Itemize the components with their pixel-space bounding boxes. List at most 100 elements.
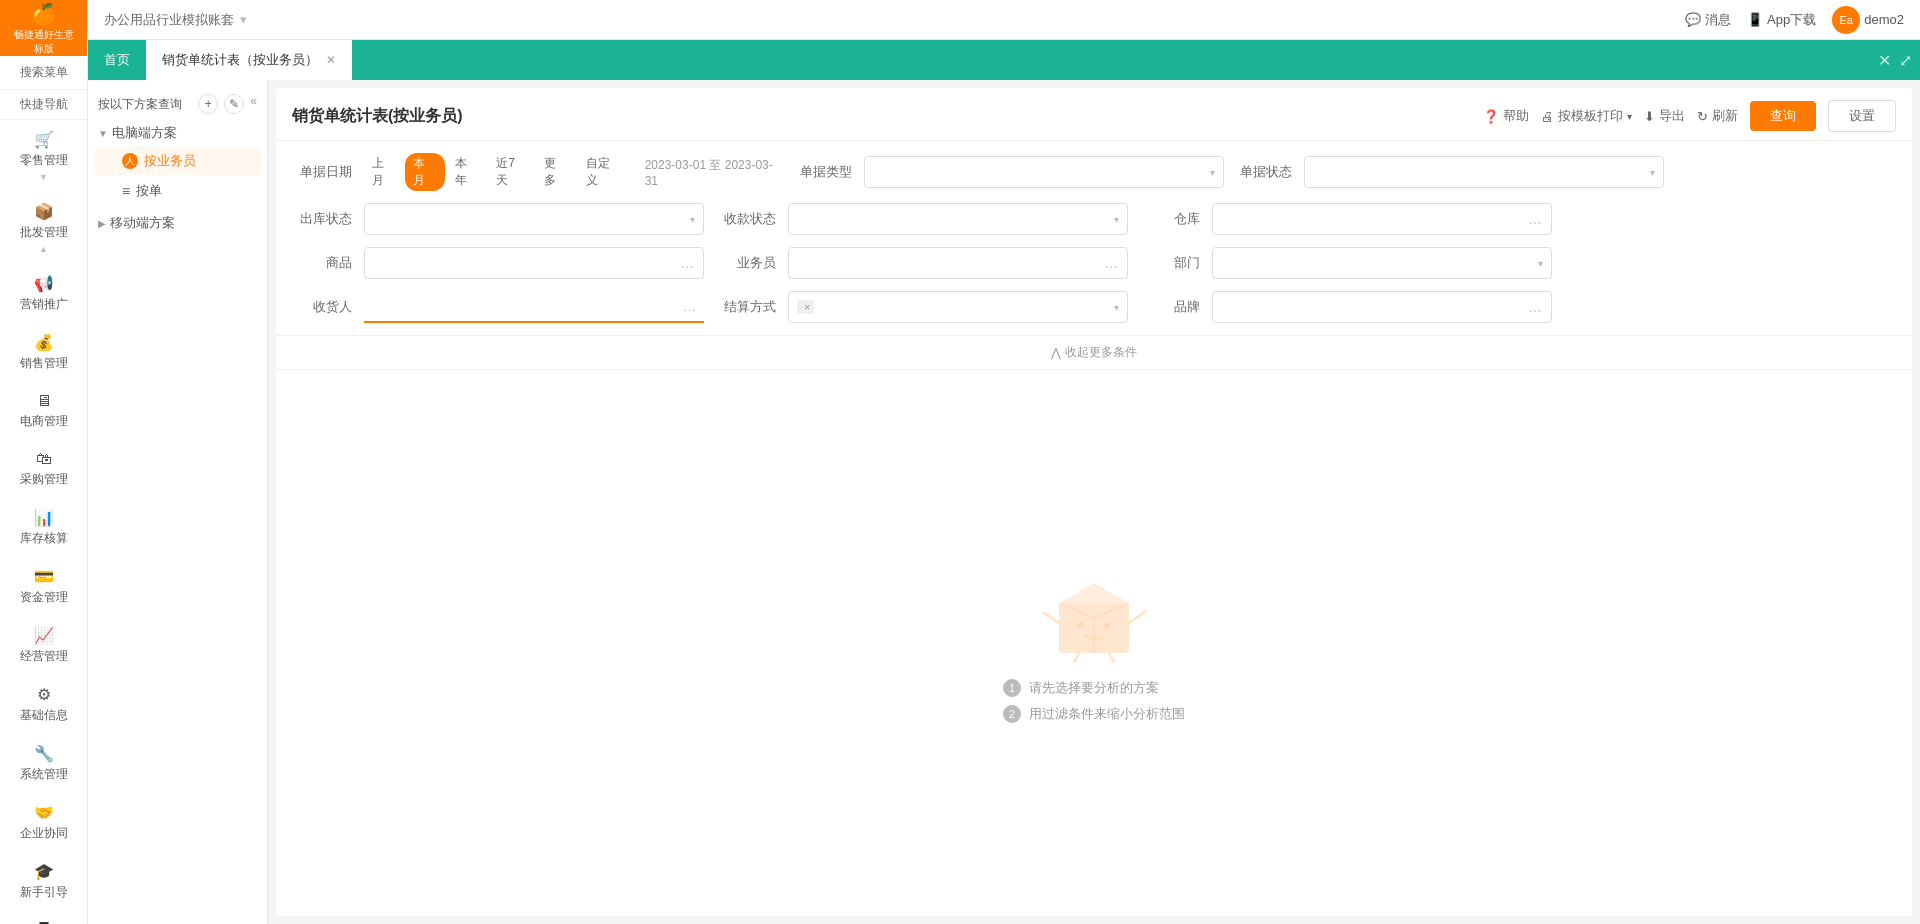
sidebar-item-marketing-label: 营销推广 (20, 296, 68, 313)
message-label: 消息 (1705, 11, 1731, 29)
doc-status-label: 单据状态 (1236, 163, 1292, 181)
tree-desktop-group[interactable]: ▼ 电脑端方案 (88, 120, 267, 146)
payment-status-select[interactable]: ▾ (788, 203, 1128, 235)
right-content: 销货单统计表(按业务员) ❓ 帮助 🖨 按模板打印 ▾ ⬇ (268, 80, 1920, 924)
edit-scheme-btn[interactable]: ✎ (224, 94, 244, 114)
print-btn[interactable]: 🖨 按模板打印 ▾ (1541, 107, 1632, 125)
print-label: 按模板打印 (1558, 107, 1623, 125)
sales-icon: 💰 (34, 333, 54, 352)
by-salesperson-label: 按业务员 (144, 152, 196, 170)
breadcrumb-dropdown-icon[interactable]: ▾ (240, 12, 247, 27)
collapse-conditions-btn[interactable]: ⋀ 收起更多条件 (1051, 344, 1137, 361)
department-select[interactable]: ▾ (1212, 247, 1552, 279)
retail-arrow: ▼ (39, 172, 48, 182)
sidebar-item-basic[interactable]: ⚙ 基础信息 (0, 675, 87, 734)
product-label: 商品 (292, 254, 352, 272)
breadcrumb-text: 办公用品行业模拟账套 (104, 11, 234, 29)
tab-close-all-btn[interactable]: ✕ (1878, 51, 1891, 70)
sidebar-item-enterprise[interactable]: 🤝 企业协同 (0, 793, 87, 852)
sidebar-item-system[interactable]: 🔧 系统管理 (0, 734, 87, 793)
department-chevron: ▾ (1538, 258, 1543, 269)
salesperson-dots: … (1104, 255, 1119, 271)
sidebar-item-purchase[interactable]: 🛍 采购管理 (0, 440, 87, 498)
topbar: 办公用品行业模拟账套 ▾ 💬 消息 📱 App下载 Ea demo2 (88, 0, 1920, 40)
user-menu[interactable]: Ea demo2 (1832, 6, 1904, 34)
date-filter-label: 单据日期 (292, 163, 352, 181)
svg-line-7 (1044, 613, 1059, 623)
receiver-dots: … (683, 299, 696, 314)
sidebar-item-marketing[interactable]: 📢 营销推广 (0, 264, 87, 323)
print-icon: 🖨 (1541, 109, 1554, 124)
tab-close-icon[interactable]: ✕ (326, 53, 336, 67)
product-select[interactable]: … (364, 247, 704, 279)
query-btn[interactable]: 查询 (1750, 101, 1816, 131)
filter-row-1: 单据日期 上月 本月 本年 近7天 更多 自定义 2023-03-01 至 20… (292, 153, 1896, 191)
payment-status-label: 收款状态 (716, 210, 776, 228)
help-icon: ❓ (1483, 109, 1499, 124)
sidebar-item-inventory[interactable]: 📊 库存核算 (0, 498, 87, 557)
product-dots: … (680, 255, 695, 271)
sidebar-item-finance[interactable]: 💳 资金管理 (0, 557, 87, 616)
inventory-icon: 📊 (34, 508, 54, 527)
refresh-label: 刷新 (1712, 107, 1738, 125)
tabbar: 首页 销货单统计表（按业务员） ✕ ✕ ⤢ (88, 40, 1920, 80)
page-header: 销货单统计表(按业务员) ❓ 帮助 🖨 按模板打印 ▾ ⬇ (276, 88, 1912, 141)
stock-status-select[interactable]: ▾ (364, 203, 704, 235)
date-tab-more[interactable]: 更多 (536, 153, 575, 191)
date-tab-last-month[interactable]: 上月 (364, 153, 403, 191)
sidebar-item-newbie[interactable]: 🎓 新手引导 (0, 852, 87, 911)
receiver-input[interactable]: … (364, 291, 704, 323)
sidebar-item-operation[interactable]: 📈 经营管理 (0, 616, 87, 675)
tab-sales-stat[interactable]: 销货单统计表（按业务员） ✕ (146, 40, 352, 80)
sidebar: 🍊 畅捷通好生意 标版 搜索菜单 快捷导航 🛒 零售管理 ▼ 📦 批发管理 ▲ … (0, 0, 88, 924)
reset-btn[interactable]: 设置 (1828, 100, 1896, 132)
left-panel-header-actions: + ✎ « (198, 94, 257, 114)
doc-status-select[interactable]: ▾ (1304, 156, 1664, 188)
settlement-tag: × (797, 300, 814, 314)
by-order-icon: ≡ (122, 183, 130, 199)
export-btn[interactable]: ⬇ 导出 (1644, 107, 1685, 125)
warehouse-select[interactable]: … (1212, 203, 1552, 235)
ecommerce-icon: 🖥 (36, 392, 52, 410)
app-download-btn[interactable]: 📱 App下载 (1747, 11, 1816, 29)
doc-type-select[interactable]: ▾ (864, 156, 1224, 188)
date-tab-this-month[interactable]: 本月 (405, 153, 444, 191)
sidebar-item-retail[interactable]: 🛒 零售管理 ▼ (0, 120, 87, 192)
settlement-label: 结算方式 (716, 298, 776, 316)
date-tab-7days[interactable]: 近7天 (488, 153, 534, 191)
brand-select[interactable]: … (1212, 291, 1552, 323)
quick-nav-item[interactable]: 快捷导航 (0, 90, 87, 120)
left-panel-title: 按以下方案查询 (98, 96, 182, 113)
tree-item-by-salesperson[interactable]: 人 按业务员 (94, 147, 261, 175)
settlement-remove-btn[interactable]: × (804, 301, 810, 313)
tree-mobile-group[interactable]: ▶ 移动端方案 (88, 210, 267, 236)
settlement-select[interactable]: × ▾ (788, 291, 1128, 323)
sidebar-item-sales[interactable]: 💰 销售管理 (0, 323, 87, 382)
tab-home[interactable]: 首页 (88, 40, 146, 80)
sidebar-item-ecommerce-label: 电商管理 (20, 413, 68, 430)
sidebar-item-sales-label: 销售管理 (20, 355, 68, 372)
search-menu-item[interactable]: 搜索菜单 (0, 56, 87, 90)
add-scheme-btn[interactable]: + (198, 94, 218, 114)
tree-item-by-order[interactable]: ≡ 按单 (94, 177, 261, 205)
sidebar-item-enterprise-label: 企业协同 (20, 825, 68, 842)
print-dropdown-icon: ▾ (1627, 111, 1632, 122)
message-btn[interactable]: 💬 消息 (1685, 11, 1731, 29)
refresh-btn[interactable]: ↻ 刷新 (1697, 107, 1738, 125)
sidebar-item-wholesale[interactable]: 📦 批发管理 ▲ (0, 192, 87, 264)
date-tab-custom[interactable]: 自定义 (578, 153, 629, 191)
salesperson-select[interactable]: … (788, 247, 1128, 279)
tip1-num: 1 (1003, 679, 1021, 697)
sidebar-item-ecommerce[interactable]: 🖥 电商管理 (0, 382, 87, 440)
page-title: 销货单统计表(按业务员) (292, 106, 463, 127)
tab-expand-btn[interactable]: ⤢ (1899, 51, 1912, 70)
export-icon: ⬇ (1644, 109, 1655, 124)
brand-dots: … (1528, 299, 1543, 315)
collapse-panel-btn[interactable]: « (250, 94, 257, 114)
sidebar-item-apps[interactable]: 📱 应用中心 (0, 911, 87, 924)
stock-status-chevron: ▾ (690, 214, 695, 225)
date-tab-this-year[interactable]: 本年 (447, 153, 486, 191)
help-btn[interactable]: ❓ 帮助 (1483, 107, 1529, 125)
collapse-label: 收起更多条件 (1065, 344, 1137, 361)
sidebar-item-finance-label: 资金管理 (20, 589, 68, 606)
